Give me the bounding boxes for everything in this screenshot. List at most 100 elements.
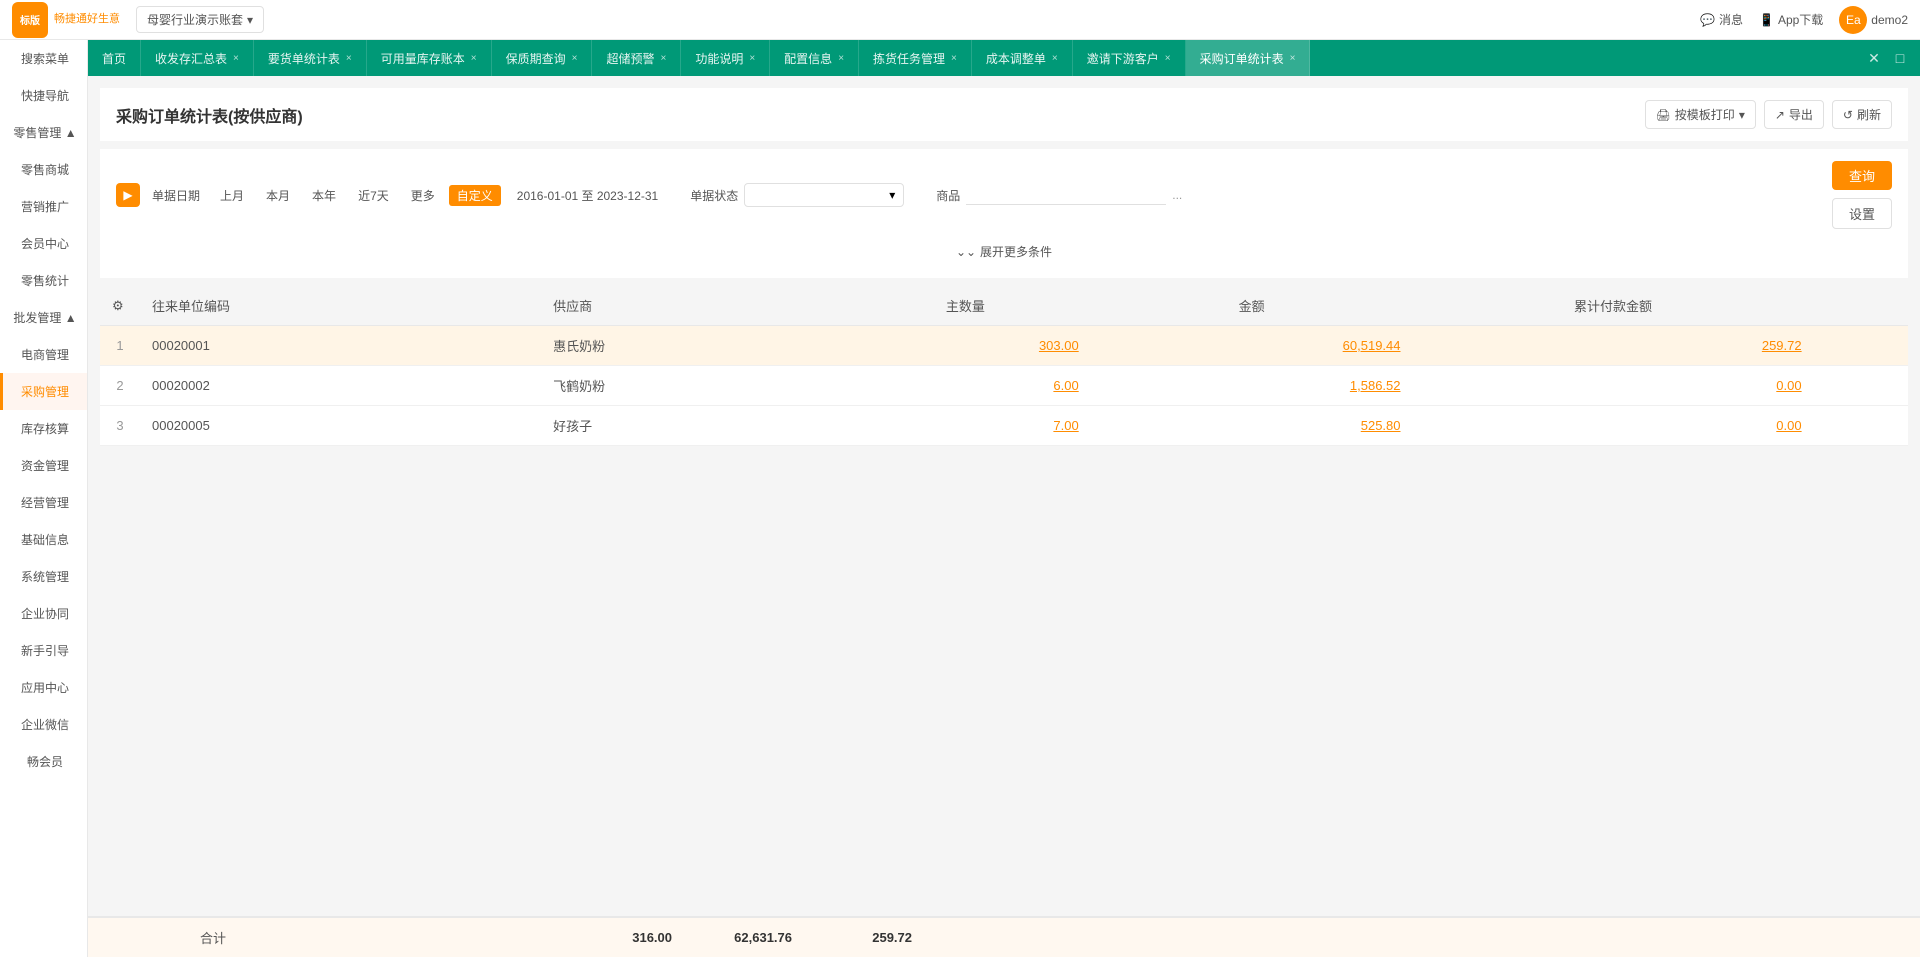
sidebar-item-enterprise[interactable]: 企业协同: [0, 595, 87, 632]
tab-config[interactable]: 配置信息 ×: [770, 40, 859, 76]
tab-receive-summary[interactable]: 收发存汇总表 ×: [141, 40, 254, 76]
date-this-year[interactable]: 本年: [304, 185, 344, 206]
close-all-btn[interactable]: ✕: [1862, 46, 1886, 70]
date-more[interactable]: 更多: [403, 185, 443, 206]
sidebar-item-basic-info[interactable]: 基础信息: [0, 521, 87, 558]
tab-available-inventory[interactable]: 可用量库存账本 ×: [367, 40, 492, 76]
sidebar-item-weixin[interactable]: 企业微信: [0, 706, 87, 743]
tab-order-summary[interactable]: 要货单统计表 ×: [254, 40, 367, 76]
app-download-btn[interactable]: 📱 App下载: [1759, 11, 1823, 28]
row-code-1: 00020001: [140, 326, 541, 366]
status-select[interactable]: ▾: [744, 183, 904, 207]
messages-btn[interactable]: 💬 消息: [1700, 11, 1743, 28]
row-paid-1: 259.72: [1413, 326, 1814, 366]
sidebar-item-system[interactable]: 系统管理: [0, 558, 87, 595]
sidebar-item-guide[interactable]: 新手引导: [0, 632, 87, 669]
th-supplier: 供应商: [541, 286, 840, 326]
phone-icon: 📱: [1759, 13, 1774, 27]
sidebar-item-retail-shop[interactable]: 零售商城: [0, 151, 87, 188]
tab-bar-nav: 首页 收发存汇总表 × 要货单统计表 × 可用量库存账本 × 保质期查询 × 超…: [88, 40, 1920, 76]
filter-row-main: ▶ 单据日期 上月 本月 本年 近7天 更多 自定义 2016-01-01 至 …: [116, 161, 1892, 229]
row-qty-2: 6.00: [840, 366, 1091, 406]
tab-close-2[interactable]: ×: [346, 53, 352, 64]
tab-close-10[interactable]: ×: [1165, 53, 1171, 64]
user-menu[interactable]: Ea demo2: [1839, 6, 1908, 34]
maximize-btn[interactable]: □: [1888, 46, 1912, 70]
sidebar-item-retail-mgmt[interactable]: 零售管理 ▲: [0, 114, 87, 151]
tab-invite-client[interactable]: 邀请下游客户 ×: [1073, 40, 1186, 76]
sidebar-item-inventory[interactable]: 库存核算: [0, 410, 87, 447]
goods-more-btn[interactable]: ...: [1172, 188, 1182, 202]
date-this-month[interactable]: 本月: [258, 185, 298, 206]
sidebar-item-search[interactable]: 搜索菜单: [0, 40, 87, 77]
tab-close-1[interactable]: ×: [233, 53, 239, 64]
date-range-display: 2016-01-01 至 2023-12-31: [517, 187, 658, 204]
sidebar-item-quicknav[interactable]: 快捷导航: [0, 77, 87, 114]
query-btn[interactable]: 查询: [1832, 161, 1892, 190]
tab-close-5[interactable]: ×: [660, 53, 666, 64]
footer-qty: 316.00: [584, 930, 684, 945]
logo-abbr: 标版: [20, 12, 40, 27]
row-qty-1: 303.00: [840, 326, 1091, 366]
tab-close-8[interactable]: ×: [951, 53, 957, 64]
sidebar-item-member2[interactable]: 畅会员: [0, 743, 87, 780]
th-code: 往来单位编码: [140, 286, 541, 326]
sidebar-item-purchase[interactable]: 采购管理: [0, 373, 87, 410]
row-extra-2: [1814, 366, 1908, 406]
date-7days[interactable]: 近7天: [350, 185, 397, 206]
status-label: 单据状态: [690, 187, 738, 204]
tab-close-7[interactable]: ×: [838, 53, 844, 64]
tab-overstock[interactable]: 超储预警 ×: [592, 40, 681, 76]
tab-close-4[interactable]: ×: [572, 53, 578, 64]
export-btn[interactable]: ↗ 导出: [1764, 100, 1824, 129]
top-right: 💬 消息 📱 App下载 Ea demo2: [1700, 6, 1908, 34]
row-code-3: 00020005: [140, 406, 541, 446]
tab-close-11[interactable]: ×: [1290, 53, 1296, 64]
tab-home[interactable]: 首页: [88, 40, 141, 76]
tab-purchase-order-stats[interactable]: 采购订单统计表 ×: [1186, 40, 1311, 76]
row-code-2: 00020002: [140, 366, 541, 406]
th-extra: [1814, 286, 1908, 326]
template-print-btn[interactable]: 🖨 按模板打印 ▾: [1645, 100, 1756, 129]
tab-close-3[interactable]: ×: [471, 53, 477, 64]
gear-icon[interactable]: ⚙: [112, 298, 124, 313]
row-supplier-3: 好孩子: [541, 406, 840, 446]
goods-filter: 商品 ...: [936, 186, 1182, 205]
table-header-row: ⚙ 往来单位编码 供应商 主数量 金额 累计付款金额: [100, 286, 1908, 326]
sidebar-item-wholesale[interactable]: 批发管理 ▲: [0, 299, 87, 336]
date-last-month[interactable]: 上月: [212, 185, 252, 206]
th-qty: 主数量: [840, 286, 1091, 326]
filter-toggle-btn[interactable]: ▶: [116, 183, 140, 207]
row-extra-1: [1814, 326, 1908, 366]
tab-cost-adjust[interactable]: 成本调整单 ×: [972, 40, 1073, 76]
th-gear: ⚙: [100, 286, 140, 326]
logo-icon: 标版: [12, 2, 48, 38]
sidebar-item-ecommerce[interactable]: 电商管理: [0, 336, 87, 373]
sidebar-item-member[interactable]: 会员中心: [0, 225, 87, 262]
tab-shelf-life[interactable]: 保质期查询 ×: [492, 40, 593, 76]
sidebar-item-retail-stats[interactable]: 零售统计: [0, 262, 87, 299]
header-actions: 🖨 按模板打印 ▾ ↗ 导出 ↺ 刷新: [1645, 100, 1892, 129]
tab-close-6[interactable]: ×: [749, 53, 755, 64]
tab-feature-desc[interactable]: 功能说明 ×: [681, 40, 770, 76]
footer-paid: 259.72: [804, 930, 924, 945]
settings-btn[interactable]: 设置: [1832, 198, 1892, 229]
tab-close-9[interactable]: ×: [1052, 53, 1058, 64]
row-qty-3: 7.00: [840, 406, 1091, 446]
expand-more-btn[interactable]: ⌄⌄ 展开更多条件: [950, 237, 1058, 266]
tab-pick-task[interactable]: 拣货任务管理 ×: [859, 40, 972, 76]
row-num-2: 2: [100, 366, 140, 406]
data-table: ⚙ 往来单位编码 供应商 主数量 金额 累计付款金额 1: [100, 286, 1908, 446]
sidebar-item-finance[interactable]: 资金管理: [0, 447, 87, 484]
footer-amount: 62,631.76: [684, 930, 804, 945]
goods-input[interactable]: [966, 186, 1166, 205]
table-container: ⚙ 往来单位编码 供应商 主数量 金额 累计付款金额 1: [100, 286, 1908, 446]
row-extra-3: [1814, 406, 1908, 446]
chevron-down-icon: ▾: [247, 13, 253, 27]
sidebar-item-operations[interactable]: 经营管理: [0, 484, 87, 521]
refresh-btn[interactable]: ↺ 刷新: [1832, 100, 1892, 129]
sidebar-item-marketing[interactable]: 营销推广: [0, 188, 87, 225]
sidebar-item-app-center[interactable]: 应用中心: [0, 669, 87, 706]
industry-selector[interactable]: 母婴行业演示账套 ▾: [136, 6, 264, 33]
date-custom-btn[interactable]: 自定义: [449, 185, 501, 206]
